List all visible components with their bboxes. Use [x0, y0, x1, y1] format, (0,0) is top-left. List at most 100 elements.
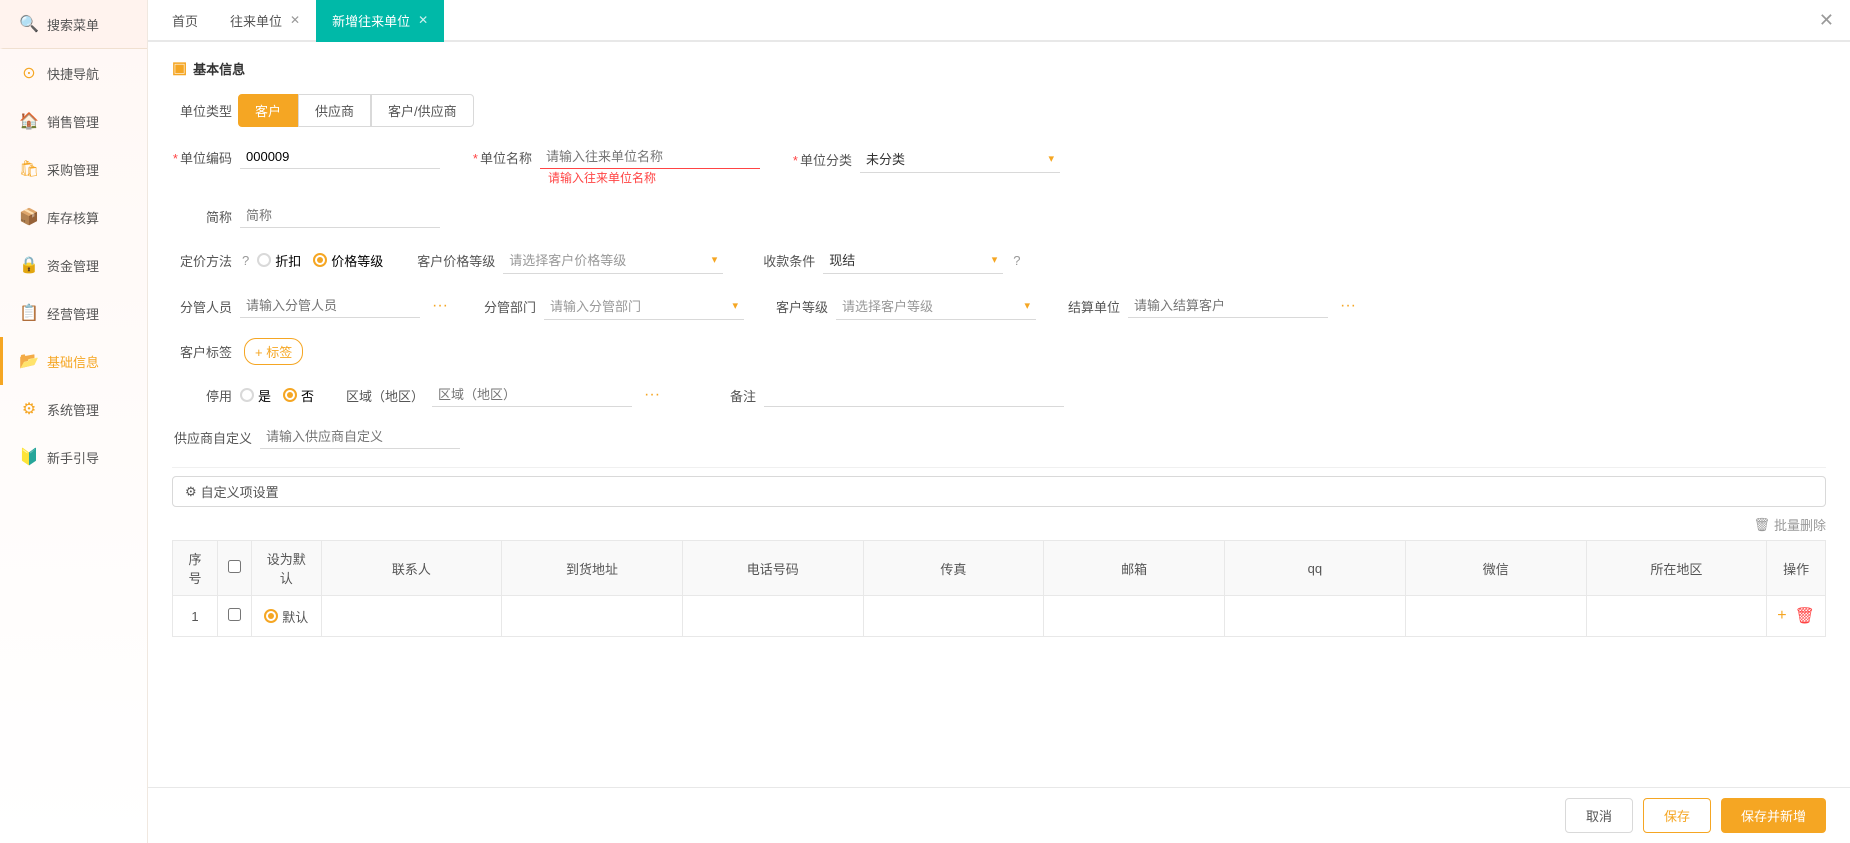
payment-select[interactable]: 现结 ▾: [823, 246, 1003, 274]
row-region[interactable]: [1586, 596, 1767, 637]
row-fax[interactable]: [863, 596, 1044, 637]
phone-input[interactable]: [693, 604, 853, 628]
address-input[interactable]: [512, 604, 672, 628]
sidebar-item-purchase[interactable]: 🛍 采购管理: [0, 145, 147, 193]
table-head: 序号 设为默认 联系人 到货地址 电话号码 传真 邮箱 qq 微信 所在地区 操…: [173, 541, 1826, 596]
disabled-radio-yes[interactable]: 是: [240, 386, 271, 405]
remark-field: 备注: [696, 383, 1064, 407]
tab-new-partner-label: 新增往来单位: [332, 11, 410, 30]
settlement-input[interactable]: [1128, 294, 1328, 318]
save-new-button[interactable]: 保存并新增: [1721, 798, 1826, 833]
add-tag-label: + 标签: [255, 342, 292, 361]
settlement-more-btn[interactable]: ···: [1336, 297, 1360, 315]
manager-field: 分管人员 ···: [172, 294, 452, 318]
manager-row: 分管人员 ··· 分管部门 请输入分管部门 ▾ 客户等级 请选择客户等级 ▾ 结…: [172, 292, 1826, 320]
tags-label: 客户标签: [172, 342, 232, 361]
row-add-btn[interactable]: +: [1777, 607, 1786, 625]
sidebar: 🔍 搜索菜单 ⊙ 快捷导航 🏠 销售管理 🛍 采购管理 📦 库存核算 🔒 资金管…: [0, 0, 148, 843]
tab-partner[interactable]: 往来单位 ✕: [214, 0, 316, 42]
row-address[interactable]: [502, 596, 683, 637]
save-button[interactable]: 保存: [1643, 798, 1711, 833]
batch-delete-btn[interactable]: 🗑 批量删除: [1753, 515, 1826, 534]
remark-input[interactable]: [764, 383, 1064, 407]
type-btn-supplier[interactable]: 供应商: [298, 94, 371, 127]
row-contact[interactable]: [321, 596, 502, 637]
contact-table-wrapper: 🗑 批量删除 序号 设为默认 联系人 到货地址 电话号码 传真 邮箱 qq: [172, 515, 1826, 637]
management-icon: 📋: [19, 303, 39, 323]
finance-icon: 🔒: [19, 255, 39, 275]
sidebar-item-management[interactable]: 📋 经营管理: [0, 289, 147, 337]
row-phone[interactable]: [682, 596, 863, 637]
customer-level-select[interactable]: 请选择客户等级 ▾: [836, 292, 1036, 320]
pricing-radio-level[interactable]: 价格等级: [313, 251, 383, 270]
row-checkbox[interactable]: [228, 608, 241, 621]
row-qq[interactable]: [1224, 596, 1405, 637]
contact-input[interactable]: [332, 604, 492, 628]
region-cell-input[interactable]: [1597, 604, 1757, 628]
dept-select[interactable]: 请输入分管部门 ▾: [544, 292, 744, 320]
customer-price-select[interactable]: 请选择客户价格等级 ▾: [503, 246, 723, 274]
unit-code-field: *单位编码: [172, 145, 440, 169]
short-name-field: 简称: [172, 204, 440, 228]
pricing-radio-discount[interactable]: 折扣: [257, 251, 301, 270]
sidebar-item-label: 搜索菜单: [47, 15, 99, 34]
quicknav-icon: ⊙: [19, 63, 39, 83]
wechat-input[interactable]: [1416, 604, 1576, 628]
sidebar-item-finance[interactable]: 🔒 资金管理: [0, 241, 147, 289]
sidebar-item-system[interactable]: ⚙ 系统管理: [0, 385, 147, 433]
batch-delete-icon: 🗑: [1753, 517, 1770, 533]
unit-type-label: 单位类型: [172, 101, 232, 120]
cancel-button[interactable]: 取消: [1565, 798, 1633, 833]
unit-type-row: 单位类型 客户 供应商 客户/供应商: [172, 94, 1826, 127]
yes-radio-circle: [240, 388, 254, 402]
manager-input[interactable]: [240, 294, 420, 318]
tab-home[interactable]: 首页: [156, 0, 214, 42]
customer-price-placeholder: 请选择客户价格等级: [509, 250, 711, 269]
tab-partner-close[interactable]: ✕: [290, 13, 300, 27]
pricing-label: 定价方法: [172, 251, 232, 270]
type-btn-customer[interactable]: 客户: [238, 94, 298, 127]
payment-help-icon[interactable]: ?: [1013, 253, 1020, 268]
tab-new-partner-close[interactable]: ✕: [418, 13, 428, 27]
short-name-input[interactable]: [240, 204, 440, 228]
col-contact: 联系人: [321, 541, 502, 596]
supplier-custom-input[interactable]: [260, 425, 460, 449]
fax-input[interactable]: [874, 604, 1034, 628]
payment-field: 收款条件 现结 ▾ ?: [755, 246, 1020, 274]
unit-category-field: *单位分类 未分类 ▾: [792, 145, 1060, 173]
region-more-btn[interactable]: ···: [640, 386, 664, 404]
sidebar-item-label: 采购管理: [47, 160, 99, 179]
tab-new-partner[interactable]: 新增往来单位 ✕: [316, 0, 444, 42]
custom-settings-icon: ⚙: [185, 484, 197, 500]
sidebar-item-label: 资金管理: [47, 256, 99, 275]
tabs-bar: 首页 往来单位 ✕ 新增往来单位 ✕ ✕: [148, 0, 1850, 42]
pricing-help-icon[interactable]: ?: [242, 253, 249, 268]
manager-more-btn[interactable]: ···: [428, 297, 452, 315]
qq-input[interactable]: [1235, 604, 1395, 628]
sidebar-item-search[interactable]: 🔍 搜索菜单: [0, 0, 147, 49]
disabled-radio-no[interactable]: 否: [283, 386, 314, 405]
tabs-close-all[interactable]: ✕: [1811, 10, 1842, 31]
default-radio[interactable]: [264, 609, 278, 623]
region-input[interactable]: [432, 383, 632, 407]
sidebar-item-quicknav[interactable]: ⊙ 快捷导航: [0, 49, 147, 97]
select-all-checkbox[interactable]: [228, 560, 241, 573]
row-delete-btn[interactable]: 🗑: [1795, 606, 1815, 626]
add-tag-btn[interactable]: + 标签: [244, 338, 303, 365]
sidebar-item-newbie[interactable]: 🔰 新手引导: [0, 433, 147, 481]
unit-category-select[interactable]: 未分类 ▾: [860, 145, 1060, 173]
sales-icon: 🏠: [19, 111, 39, 131]
level-radio-circle: [313, 253, 327, 267]
row-wechat[interactable]: [1405, 596, 1586, 637]
type-btn-both[interactable]: 客户/供应商: [371, 94, 474, 127]
sidebar-item-sales[interactable]: 🏠 销售管理: [0, 97, 147, 145]
custom-settings-btn[interactable]: ⚙ 自定义项设置: [172, 476, 1826, 507]
sidebar-item-inventory[interactable]: 📦 库存核算: [0, 193, 147, 241]
unit-code-input[interactable]: [240, 145, 440, 169]
dept-placeholder: 请输入分管部门: [550, 296, 732, 315]
custom-settings-wrapper: ⚙ 自定义项设置: [172, 476, 1826, 507]
unit-name-input[interactable]: [540, 145, 760, 169]
email-input[interactable]: [1054, 604, 1214, 628]
row-email[interactable]: [1044, 596, 1225, 637]
sidebar-item-basic[interactable]: 📂 基础信息: [0, 337, 147, 385]
